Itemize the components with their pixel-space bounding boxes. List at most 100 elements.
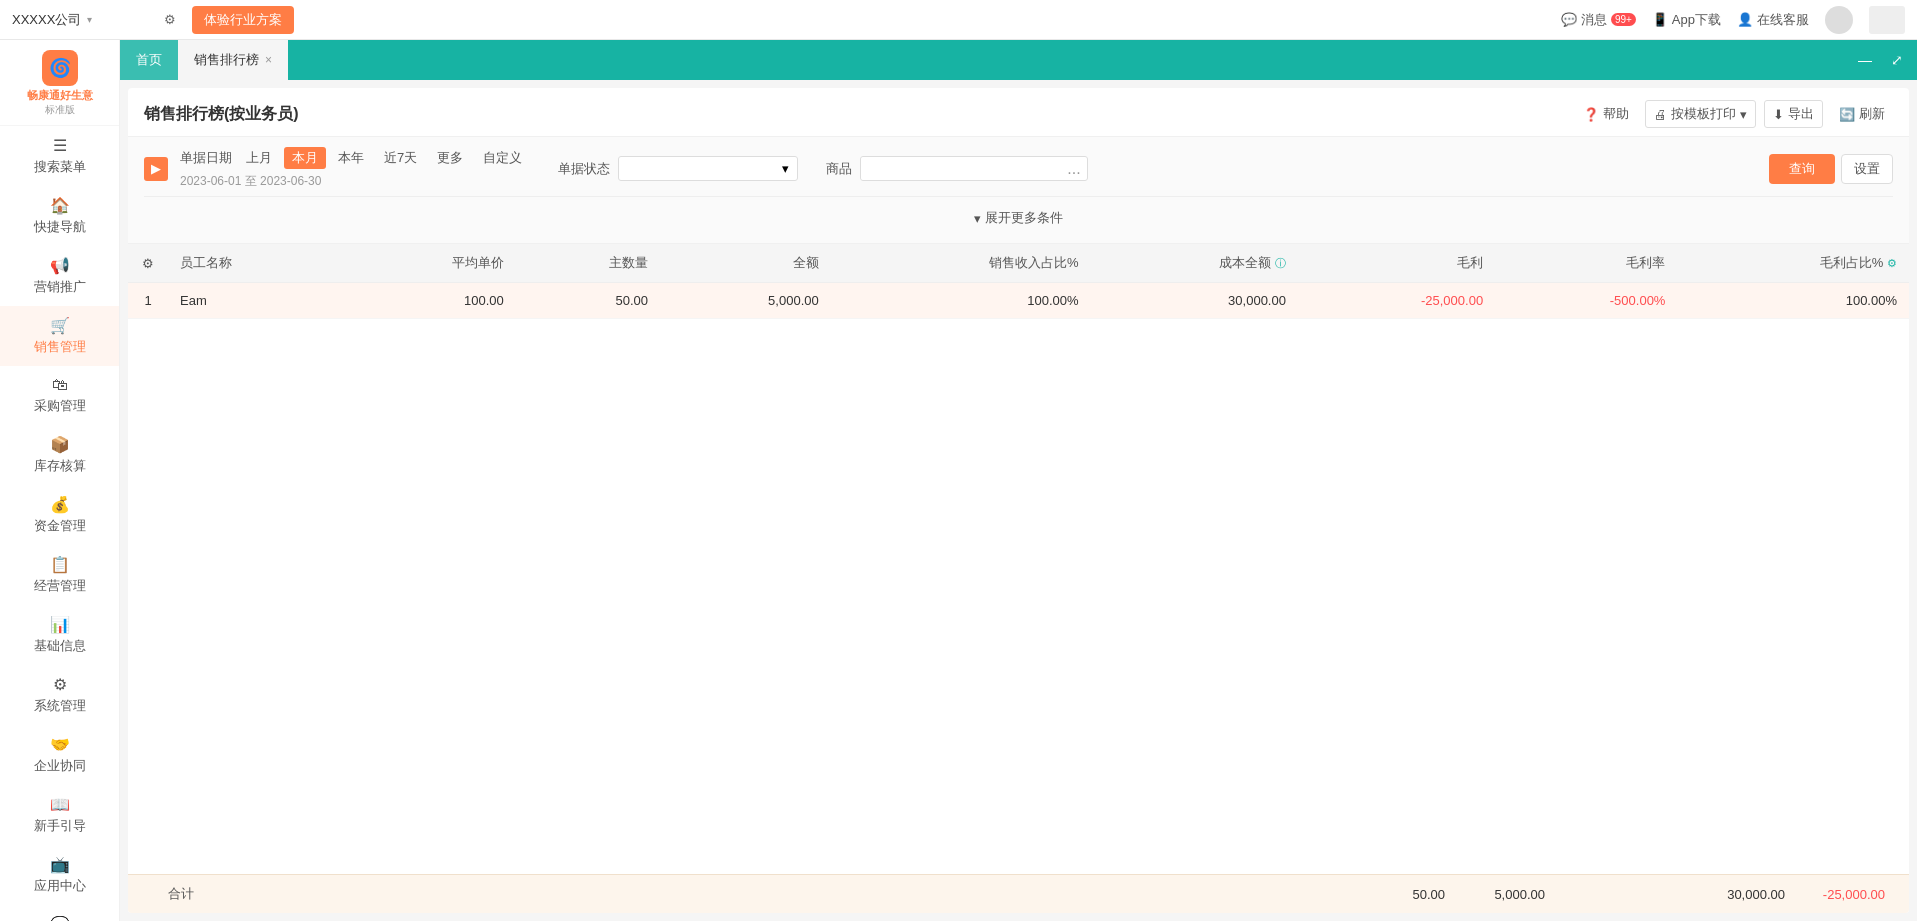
status-select-arrow: ▾ [782, 161, 789, 176]
date-tab-more[interactable]: 更多 [429, 147, 471, 169]
cell-cost: 30,000.00 [1091, 283, 1298, 319]
sidebar-item-apps[interactable]: 📺 应用中心 [0, 845, 119, 905]
sidebar-item-basic-info[interactable]: 📊 基础信息 [0, 605, 119, 665]
app-download-button[interactable]: 📱 App下载 [1652, 11, 1721, 29]
filter-row-1: ▶ 单据日期 上月 本月 本年 近7天 更多 自定义 [144, 147, 1893, 190]
expand-chevron-icon: ▾ [974, 211, 981, 226]
date-range-display: 2023-06-01 至 2023-06-30 [180, 173, 530, 190]
sidebar-item-label: 系统管理 [34, 697, 86, 715]
main-layout: 🌀 畅康通好生意 标准版 ☰ 搜索菜单 🏠 快捷导航 📢 营销推广 🛒 销售管理… [0, 40, 1917, 921]
collab-icon: 🤝 [50, 735, 70, 754]
filter-settings-button[interactable]: 设置 [1841, 154, 1893, 184]
query-button[interactable]: 查询 [1769, 154, 1835, 184]
sidebar-item-marketing[interactable]: 📢 营销推广 [0, 246, 119, 306]
tab-sales-ranking[interactable]: 销售排行榜 × [178, 40, 288, 80]
online-service-button[interactable]: 👤 在线客服 [1737, 11, 1809, 29]
footer-cost: 30,000.00 [1697, 887, 1797, 902]
col-margin: 毛利率 [1495, 244, 1677, 283]
col-sales-pct: 销售收入占比% [831, 244, 1091, 283]
footer-amount: 5,000.00 [1457, 887, 1557, 902]
goods-input-wrapper: ... [860, 156, 1087, 181]
sidebar-item-label: 采购管理 [34, 397, 86, 415]
date-tab-custom[interactable]: 自定义 [475, 147, 530, 169]
table-body: 1 Eam 100.00 50.00 5,000.00 100.00% 30,0… [128, 283, 1909, 319]
table-row[interactable]: 1 Eam 100.00 50.00 5,000.00 100.00% 30,0… [128, 283, 1909, 319]
print-icon: 🖨 [1654, 107, 1667, 122]
settings-icon[interactable]: ⚙ [156, 6, 184, 34]
home-icon: 🏠 [50, 196, 70, 215]
service-icon: 👤 [1737, 12, 1753, 27]
avatar[interactable] [1825, 6, 1853, 34]
expand-more-button[interactable]: ▾ 展开更多条件 [968, 203, 1069, 233]
sidebar-item-system[interactable]: ⚙ 系统管理 [0, 665, 119, 725]
filter-arrow-button[interactable]: ▶ [144, 157, 168, 181]
print-label: 按模板打印 [1671, 105, 1736, 123]
sidebar-item-inventory[interactable]: 📦 库存核算 [0, 425, 119, 485]
goods-input[interactable] [861, 157, 1061, 180]
sidebar-item-finance[interactable]: 💰 资金管理 [0, 485, 119, 545]
sidebar-item-operations[interactable]: 📋 经营管理 [0, 545, 119, 605]
cell-profit-pct: 100.00% [1677, 283, 1909, 319]
status-select[interactable]: ▾ [618, 156, 798, 181]
table-container: ⚙ 员工名称 平均单价 主数量 全额 销售收入占比% 成本全额 ⓘ 毛利 毛利率… [128, 244, 1909, 874]
refresh-label: 刷新 [1859, 105, 1885, 123]
page-header: 销售排行榜(按业务员) ❓ 帮助 🖨 按模板打印 ▾ ⬇ 导出 [128, 88, 1909, 137]
help-icon: ❓ [1583, 107, 1599, 122]
page-actions: ❓ 帮助 🖨 按模板打印 ▾ ⬇ 导出 🔄 刷新 [1575, 100, 1893, 128]
goods-filter-label: 商品 [826, 160, 852, 178]
tab-minimize-icon[interactable]: — [1853, 48, 1877, 72]
goods-dots[interactable]: ... [1061, 160, 1086, 178]
sidebar-item-label: 基础信息 [34, 637, 86, 655]
sidebar-item-nav[interactable]: 🏠 快捷导航 [0, 186, 119, 246]
sidebar: 🌀 畅康通好生意 标准版 ☰ 搜索菜单 🏠 快捷导航 📢 营销推广 🛒 销售管理… [0, 40, 120, 921]
sidebar-item-label: 经营管理 [34, 577, 86, 595]
chevron-down-icon: ▾ [87, 14, 92, 25]
sidebar-item-collab[interactable]: 🤝 企业协同 [0, 725, 119, 785]
sidebar-item-guide[interactable]: 📖 新手引导 [0, 785, 119, 845]
date-filter-row: 单据日期 上月 本月 本年 近7天 更多 自定义 [180, 147, 530, 169]
operations-icon: 📋 [50, 555, 70, 574]
sidebar-item-search[interactable]: ☰ 搜索菜单 [0, 126, 119, 186]
col-settings[interactable]: ⚙ [128, 244, 168, 283]
page-title: 销售排行榜(按业务员) [144, 104, 299, 125]
date-tab-last-month[interactable]: 上月 [238, 147, 280, 169]
tab-close-icon[interactable]: × [265, 53, 272, 67]
sidebar-item-purchase[interactable]: 🛍 采购管理 [0, 366, 119, 425]
cost-info-icon[interactable]: ⓘ [1275, 257, 1286, 269]
profit-pct-info-icon[interactable]: ⚙ [1887, 257, 1897, 269]
col-amount: 全额 [660, 244, 831, 283]
date-tab-7days[interactable]: 近7天 [376, 147, 425, 169]
message-badge: 99+ [1611, 13, 1636, 26]
export-label: 导出 [1788, 105, 1814, 123]
table-header-row: ⚙ 员工名称 平均单价 主数量 全额 销售收入占比% 成本全额 ⓘ 毛利 毛利率… [128, 244, 1909, 283]
cell-name: Eam [168, 283, 342, 319]
date-tab-this-year[interactable]: 本年 [330, 147, 372, 169]
date-tab-this-month[interactable]: 本月 [284, 147, 326, 169]
tab-bar: 首页 销售排行榜 × — ⤢ [120, 40, 1917, 80]
filter-bar: ▶ 单据日期 上月 本月 本年 近7天 更多 自定义 [128, 137, 1909, 244]
company-selector[interactable]: XXXXX公司 ▾ [12, 11, 152, 29]
page-content: 销售排行榜(按业务员) ❓ 帮助 🖨 按模板打印 ▾ ⬇ 导出 [128, 88, 1909, 913]
message-label: 消息 [1581, 11, 1607, 29]
tab-home[interactable]: 首页 [120, 40, 178, 80]
sidebar-item-label: 应用中心 [34, 877, 86, 895]
sidebar-item-label: 销售管理 [34, 338, 86, 356]
export-button[interactable]: ⬇ 导出 [1764, 100, 1823, 128]
tab-expand-icon[interactable]: ⤢ [1885, 48, 1909, 72]
sidebar-item-sales[interactable]: 🛒 销售管理 [0, 306, 119, 366]
help-button[interactable]: ❓ 帮助 [1575, 101, 1637, 127]
sidebar-logo: 🌀 畅康通好生意 标准版 [0, 40, 119, 126]
date-tabs: 上月 本月 本年 近7天 更多 自定义 [238, 147, 530, 169]
print-chevron-icon: ▾ [1740, 107, 1747, 122]
tab-bar-right: — ⤢ [1853, 40, 1917, 80]
print-button[interactable]: 🖨 按模板打印 ▾ [1645, 100, 1756, 128]
footer-qty: 50.00 [1357, 887, 1457, 902]
marketing-icon: 📢 [50, 256, 70, 275]
refresh-button[interactable]: 🔄 刷新 [1831, 101, 1893, 127]
export-icon: ⬇ [1773, 107, 1784, 122]
message-button[interactable]: 💬 消息 99+ [1561, 11, 1636, 29]
purchase-icon: 🛍 [52, 376, 68, 394]
trial-button[interactable]: 体验行业方案 [192, 6, 294, 34]
sidebar-item-wechat[interactable]: 💬 企业微信 [0, 905, 119, 921]
logo-text: 畅康通好生意 [27, 88, 93, 103]
